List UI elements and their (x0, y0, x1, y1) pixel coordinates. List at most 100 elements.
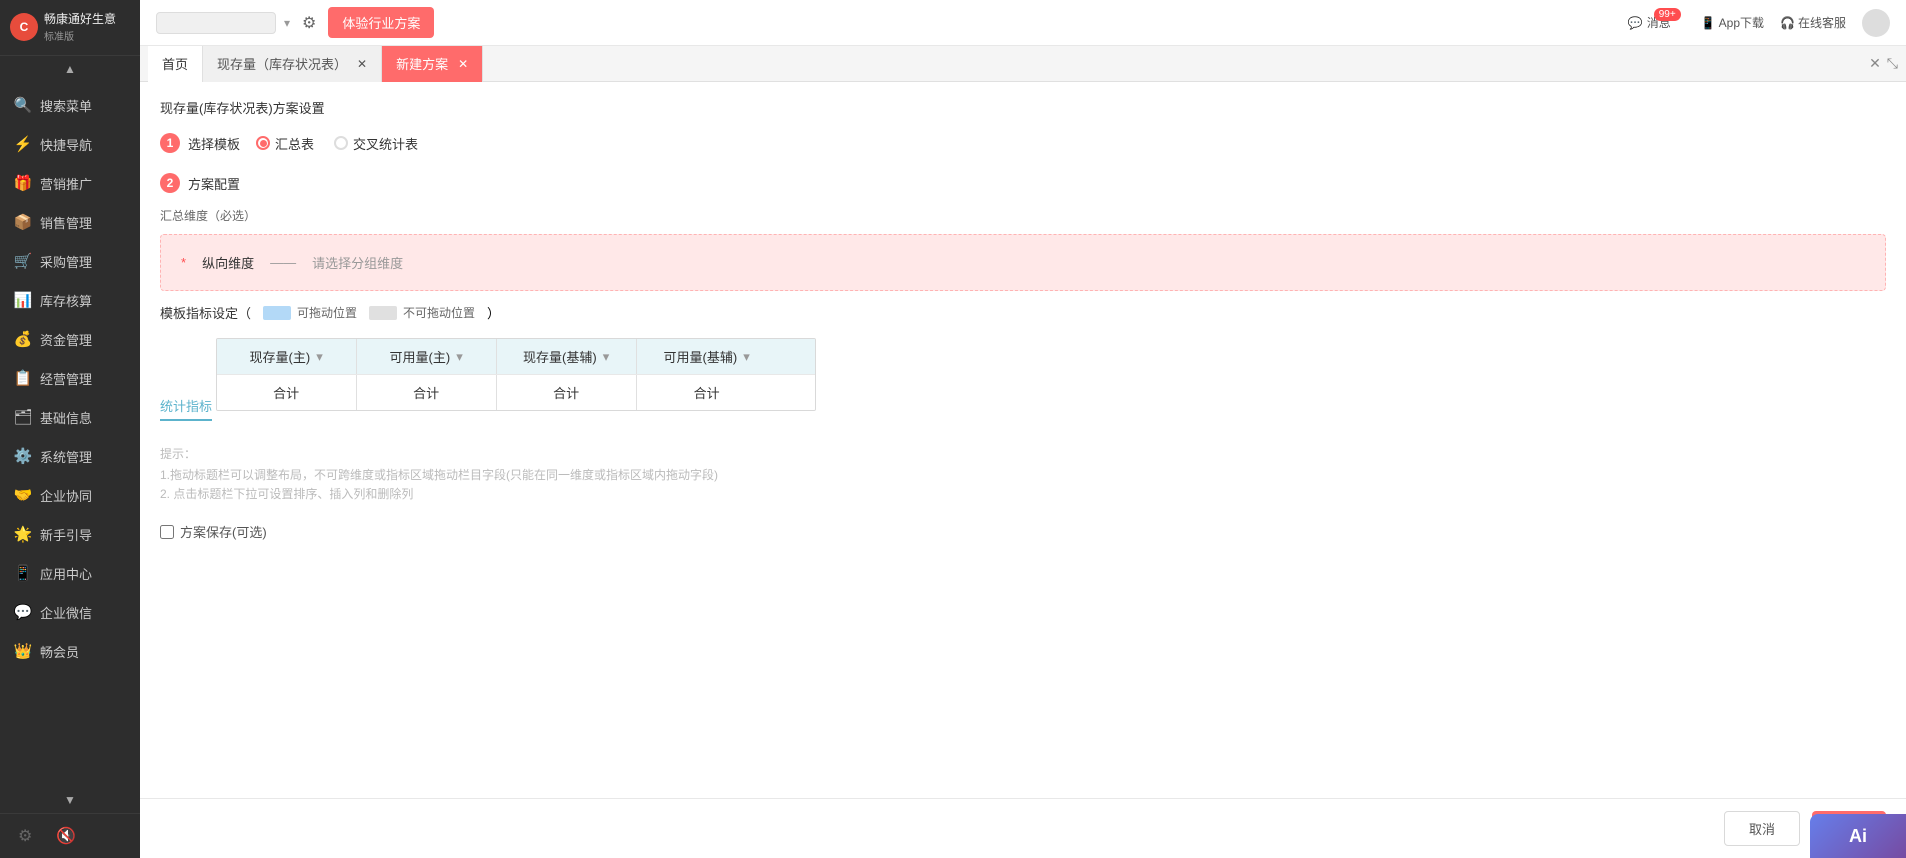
sidebar-item-purchase[interactable]: 🛒 采购管理 (0, 242, 140, 281)
stats-col2-header[interactable]: 可用量(主) ▾ (357, 339, 497, 374)
dim-placeholder: 请选择分组维度 (312, 253, 403, 272)
basic-icon: 🗂 (14, 408, 32, 426)
headset-icon: 🎧 (1780, 16, 1795, 30)
purchase-icon: 🛒 (14, 252, 32, 270)
system-icon: ⚙️ (14, 447, 32, 465)
logo-icon: C (10, 13, 38, 41)
scroll-up-button[interactable]: ▲ (62, 60, 78, 78)
sidebar-item-operation[interactable]: 📋 经营管理 (0, 359, 140, 398)
tab-close-all-button[interactable]: ✕ (1869, 55, 1881, 72)
col3-dropdown-icon[interactable]: ▾ (603, 349, 610, 365)
stats-col1-header[interactable]: 现存量(主) ▾ (217, 339, 357, 374)
sidebar-item-system[interactable]: ⚙️ 系统管理 (0, 437, 140, 476)
dim-label: 纵向维度 (202, 253, 254, 272)
tab-expand-button[interactable]: ⤡ (1887, 55, 1898, 72)
radio-summary[interactable]: 汇总表 (256, 134, 314, 153)
sidebar-item-label: 营销推广 (40, 174, 92, 193)
sales-icon: 📦 (14, 213, 32, 231)
stats-col1-label: 现存量(主) (250, 347, 311, 366)
save-checkbox[interactable] (160, 525, 174, 539)
online-service-button[interactable]: 🎧 在线客服 (1780, 14, 1846, 31)
ai-float-button[interactable]: Ai (1810, 814, 1906, 858)
hint-1-text: 1.拖动标题栏可以调整布局，不可跨维度或指标区域拖动栏目字段(只能在同一维度或指… (160, 466, 718, 483)
tab-home[interactable]: 首页 (148, 46, 203, 82)
step2-section: 2 方案配置 汇总维度（必选） * 纵向维度 —— 请选择分组维度 (160, 173, 1886, 502)
tab-home-label: 首页 (162, 54, 188, 73)
hints-title: 提示： (160, 445, 1886, 462)
sidebar-item-finance[interactable]: 💰 资金管理 (0, 320, 140, 359)
sidebar-item-label: 畅会员 (40, 642, 79, 661)
fixed-indicator: 不可拖动位置 (369, 304, 475, 321)
stats-col3-data: 合计 (497, 375, 637, 410)
tab-new-plan-close-button[interactable]: ✕ (458, 57, 468, 71)
step2-num: 2 (160, 173, 180, 193)
sidebar-item-search-menu[interactable]: 🔍 搜索菜单 (0, 86, 140, 125)
marketing-icon: 🎁 (14, 174, 32, 192)
col4-dropdown-icon[interactable]: ▾ (743, 349, 750, 365)
draggable-box (263, 306, 291, 320)
inventory-icon: 📊 (14, 291, 32, 309)
app-center-icon: 📱 (14, 564, 32, 582)
sidebar-item-newbie[interactable]: 🌟 新手引导 (0, 515, 140, 554)
sidebar-item-app-center[interactable]: 📱 应用中心 (0, 554, 140, 593)
main-area: ▾ ⚙ 体验行业方案 💬 消息 99+ 📱 App下载 🎧 在线客服 首页 (140, 0, 1906, 858)
sidebar-audio-button[interactable]: 🔇 (52, 822, 80, 850)
operation-icon: 📋 (14, 369, 32, 387)
member-icon: 👑 (14, 642, 32, 660)
sidebar-item-enterprise[interactable]: 🤝 企业协同 (0, 476, 140, 515)
radio-summary-circle (256, 136, 270, 150)
stats-col3-header[interactable]: 现存量(基辅) ▾ (497, 339, 637, 374)
sidebar-item-basic[interactable]: 🗂 基础信息 (0, 398, 140, 437)
finance-icon: 💰 (14, 330, 32, 348)
messages-button[interactable]: 💬 消息 99+ (1628, 14, 1671, 31)
sidebar-item-quick-nav[interactable]: ⚡ 快捷导航 (0, 125, 140, 164)
sidebar-item-label: 经营管理 (40, 369, 92, 388)
hint-item-1: 1.拖动标题栏可以调整布局，不可跨维度或指标区域拖动栏目字段(只能在同一维度或指… (160, 466, 1886, 483)
sidebar-item-sales[interactable]: 📦 销售管理 (0, 203, 140, 242)
stats-col1-sub: 合计 (273, 383, 299, 402)
template-radio-group: 汇总表 交叉统计表 (256, 134, 418, 153)
tab-inventory-close-button[interactable]: ✕ (357, 57, 367, 71)
stats-title: 统计指标 (160, 396, 212, 421)
messages-badge: 99+ (1654, 8, 1681, 21)
sidebar: C 畅康通好生意 标准版 ▲ 🔍 搜索菜单 ⚡ 快捷导航 🎁 营销推广 📦 销售… (0, 0, 140, 858)
sidebar-item-marketing[interactable]: 🎁 营销推广 (0, 164, 140, 203)
tab-inventory-status[interactable]: 现存量（库存状况表） ✕ (203, 46, 382, 82)
scroll-up-area: ▲ (0, 56, 140, 82)
search-menu-icon: 🔍 (14, 96, 32, 114)
dropdown-arrow-icon[interactable]: ▾ (284, 16, 290, 30)
topbar-right: 💬 消息 99+ 📱 App下载 🎧 在线客服 (1628, 9, 1890, 37)
user-avatar[interactable] (1862, 9, 1890, 37)
sidebar-settings-button[interactable]: ⚙ (14, 822, 36, 850)
scroll-down-area: ▼ (0, 787, 140, 813)
step1-title: 选择模板 (188, 134, 240, 153)
cancel-button[interactable]: 取消 (1724, 811, 1800, 846)
sidebar-item-label: 系统管理 (40, 447, 92, 466)
col2-dropdown-icon[interactable]: ▾ (456, 349, 463, 365)
summary-dim-section: 汇总维度（必选） * 纵向维度 —— 请选择分组维度 (160, 207, 1886, 291)
topbar-left: ▾ ⚙ 体验行业方案 (156, 7, 1616, 38)
stats-col4-header[interactable]: 可用量(基辅) ▾ (637, 339, 777, 374)
col1-dropdown-icon[interactable]: ▾ (316, 349, 323, 365)
tab-new-plan[interactable]: 新建方案 ✕ (382, 46, 483, 82)
search-input[interactable] (156, 12, 276, 34)
dim-required-mark: * (181, 255, 186, 270)
dimension-row: * 纵向维度 —— 请选择分组维度 (160, 234, 1886, 291)
radio-cross-label: 交叉统计表 (353, 134, 418, 153)
app-download-button[interactable]: 📱 App下载 (1701, 14, 1764, 31)
scroll-down-button[interactable]: ▼ (62, 791, 78, 809)
enterprise-icon: 🤝 (14, 486, 32, 504)
summary-dim-label: 汇总维度（必选） (160, 207, 1886, 224)
ai-float-label: Ai (1849, 826, 1867, 847)
sidebar-item-member[interactable]: 👑 畅会员 (0, 632, 140, 671)
topbar-gear-button[interactable]: ⚙ (298, 9, 320, 37)
sidebar-item-wechat[interactable]: 💬 企业微信 (0, 593, 140, 632)
page-title: 现存量(库存状况表)方案设置 (160, 98, 1886, 117)
indicator-row: 模板指标设定（ 可拖动位置 不可拖动位置 ） (160, 303, 1886, 322)
logo-tag: 标准版 (44, 28, 116, 43)
message-icon: 💬 (1628, 16, 1643, 30)
content-area: 现存量(库存状况表)方案设置 1 选择模板 汇总表 (140, 82, 1906, 798)
sidebar-item-inventory[interactable]: 📊 库存核算 (0, 281, 140, 320)
radio-cross[interactable]: 交叉统计表 (334, 134, 418, 153)
trial-industry-button[interactable]: 体验行业方案 (328, 7, 434, 38)
